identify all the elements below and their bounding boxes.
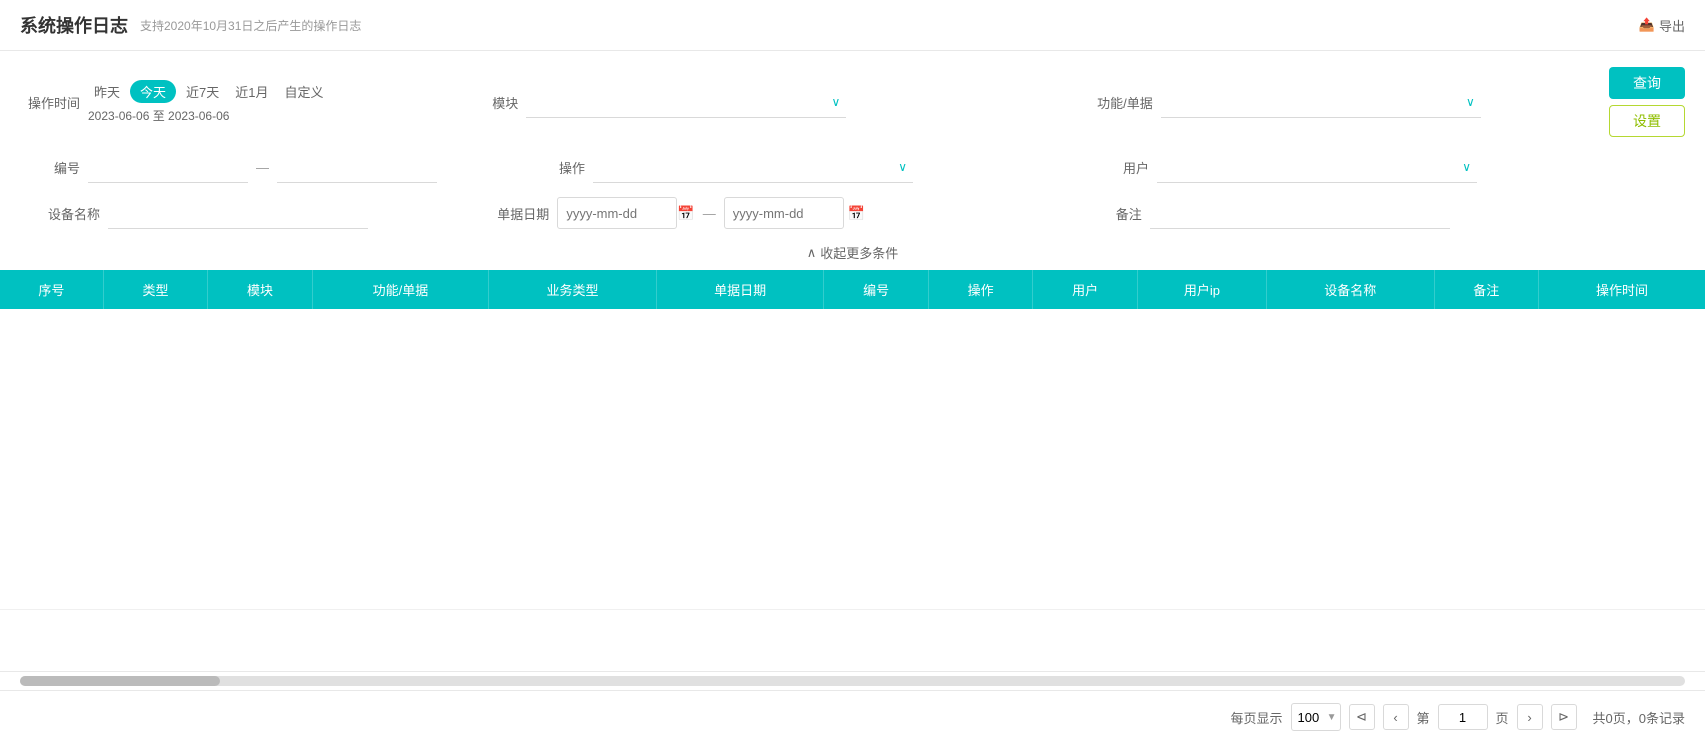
device-col: 设备名称 [20,197,368,229]
table-header-row: 序号 类型 模块 功能/单据 业务类型 单据日期 编号 操作 用户 用户ip 设… [0,270,1705,309]
collapse-icon: ∧ [807,245,817,261]
export-icon: 📤 [1639,17,1655,33]
col-user: 用户 [1033,270,1137,309]
col-biz-type: 业务类型 [489,270,657,309]
module-select[interactable] [526,86,846,118]
pagination: 每页显示 100 50 200 ▼ ⊲ ‹ 第 页 › ⊳ 共0页，0条记录 [0,690,1705,743]
col-device: 设备名称 [1266,270,1434,309]
empty-row [0,309,1705,609]
number-col: 编号 — [20,151,437,183]
page-unit: 页 [1496,708,1509,727]
module-select-wrapper: ∨ [526,86,846,118]
time-range: 2023-06-06 至 2023-06-06 [88,107,330,124]
col-user-ip: 用户ip [1137,270,1266,309]
time-filter-group: 昨天 今天 近7天 近1月 自定义 2023-06-06 至 2023-06-0… [88,80,330,124]
page-input[interactable] [1438,704,1488,730]
time-btn-custom[interactable]: 自定义 [279,80,330,103]
number-input-start[interactable] [88,151,248,183]
user-label: 用户 [1089,158,1149,177]
col-module: 模块 [208,270,312,309]
settings-button[interactable]: 设置 [1609,105,1685,137]
horizontal-scrollbar[interactable] [20,676,1685,686]
module-label: 模块 [458,93,518,112]
collapse-label: 收起更多条件 [820,243,898,262]
total-label: 共0页，0条记录 [1593,708,1685,727]
calendar-end-icon[interactable]: 📅 [848,205,865,222]
prev-page-button[interactable]: ‹ [1383,704,1409,730]
col-feature: 功能/单据 [312,270,488,309]
operation-select[interactable] [593,151,913,183]
time-btn-today[interactable]: 今天 [130,80,176,103]
export-button[interactable]: 📤 导出 [1639,16,1685,35]
operation-label: 操作 [525,158,585,177]
time-btn-1month[interactable]: 近1月 [229,80,274,103]
table-container: 序号 类型 模块 功能/单据 业务类型 单据日期 编号 操作 用户 用户ip 设… [0,270,1705,671]
col-op-time: 操作时间 [1539,270,1705,309]
table-header: 序号 类型 模块 功能/单据 业务类型 单据日期 编号 操作 用户 用户ip 设… [0,270,1705,309]
time-buttons: 昨天 今天 近7天 近1月 自定义 [88,80,330,103]
col-operation: 操作 [928,270,1032,309]
page-title: 系统操作日志 [20,12,128,38]
filter-row-2: 编号 — 操作 ∨ 用户 [20,151,1685,183]
number-dash: — [256,160,269,175]
page-header: 系统操作日志 支持2020年10月31日之后产生的操作日志 📤 导出 [0,0,1705,51]
device-label: 设备名称 [20,204,100,223]
user-select[interactable] [1157,151,1477,183]
page-container: 系统操作日志 支持2020年10月31日之后产生的操作日志 📤 导出 操作时间 … [0,0,1705,743]
date-start-input[interactable] [557,197,677,229]
col-sequence: 序号 [0,270,103,309]
per-page-label: 每页显示 [1230,708,1282,727]
time-filter-col: 操作时间 昨天 今天 近7天 近1月 自定义 2023-06-06 至 2023… [20,80,340,124]
user-select-wrapper: ∨ [1157,151,1477,183]
collapse-row: ∧ 收起更多条件 [20,243,1685,262]
operation-select-wrapper: ∨ [593,151,913,183]
page-subtitle: 支持2020年10月31日之后产生的操作日志 [140,17,361,34]
per-page-select[interactable]: 100 50 200 [1291,703,1341,731]
device-input[interactable] [108,197,368,229]
voucher-date-col: 单据日期 📅 — 📅 [368,197,967,229]
last-page-button[interactable]: ⊳ [1551,704,1577,730]
action-buttons: 查询 设置 [1609,67,1685,137]
table-body [0,309,1705,609]
voucher-date-label: 单据日期 [469,204,549,223]
empty-area [0,309,1705,609]
data-table: 序号 类型 模块 功能/单据 业务类型 单据日期 编号 操作 用户 用户ip 设… [0,270,1705,610]
calendar-start-icon[interactable]: 📅 [677,205,694,222]
user-col: 用户 ∨ [1001,151,1565,183]
feature-label: 功能/单据 [1073,93,1153,112]
remark-input[interactable] [1150,197,1450,229]
time-label: 操作时间 [20,93,80,112]
date-dash: — [703,206,716,221]
feature-select-wrapper: ∨ [1161,86,1481,118]
remark-label: 备注 [1082,204,1142,223]
feature-select[interactable] [1161,86,1481,118]
collapse-button[interactable]: ∧ 收起更多条件 [807,243,899,262]
col-remark: 备注 [1434,270,1538,309]
filter-row-3: 设备名称 单据日期 📅 — 📅 备注 [20,197,1685,229]
number-label: 编号 [20,158,80,177]
per-page-wrapper: 100 50 200 ▼ [1291,703,1341,731]
filter-row-1: 操作时间 昨天 今天 近7天 近1月 自定义 2023-06-06 至 2023… [20,67,1685,137]
date-end-input[interactable] [724,197,844,229]
first-page-button[interactable]: ⊲ [1349,704,1375,730]
time-btn-yesterday[interactable]: 昨天 [88,80,126,103]
header-actions: 📤 导出 [1639,16,1685,35]
number-input-end[interactable] [277,151,437,183]
page-label: 第 [1417,708,1430,727]
time-btn-7days[interactable]: 近7天 [180,80,225,103]
query-button[interactable]: 查询 [1609,67,1685,99]
scrollbar-area [0,671,1705,690]
col-type: 类型 [103,270,207,309]
filter-area: 操作时间 昨天 今天 近7天 近1月 自定义 2023-06-06 至 2023… [0,51,1705,270]
feature-col: 功能/单据 ∨ [965,86,1590,118]
export-label: 导出 [1659,16,1685,35]
module-col: 模块 ∨ [340,86,965,118]
scrollbar-thumb[interactable] [20,676,220,686]
remark-col: 备注 [967,197,1566,229]
operation-col: 操作 ∨ [437,151,1001,183]
next-page-button[interactable]: › [1517,704,1543,730]
col-number: 编号 [824,270,928,309]
col-voucher-date: 单据日期 [656,270,824,309]
